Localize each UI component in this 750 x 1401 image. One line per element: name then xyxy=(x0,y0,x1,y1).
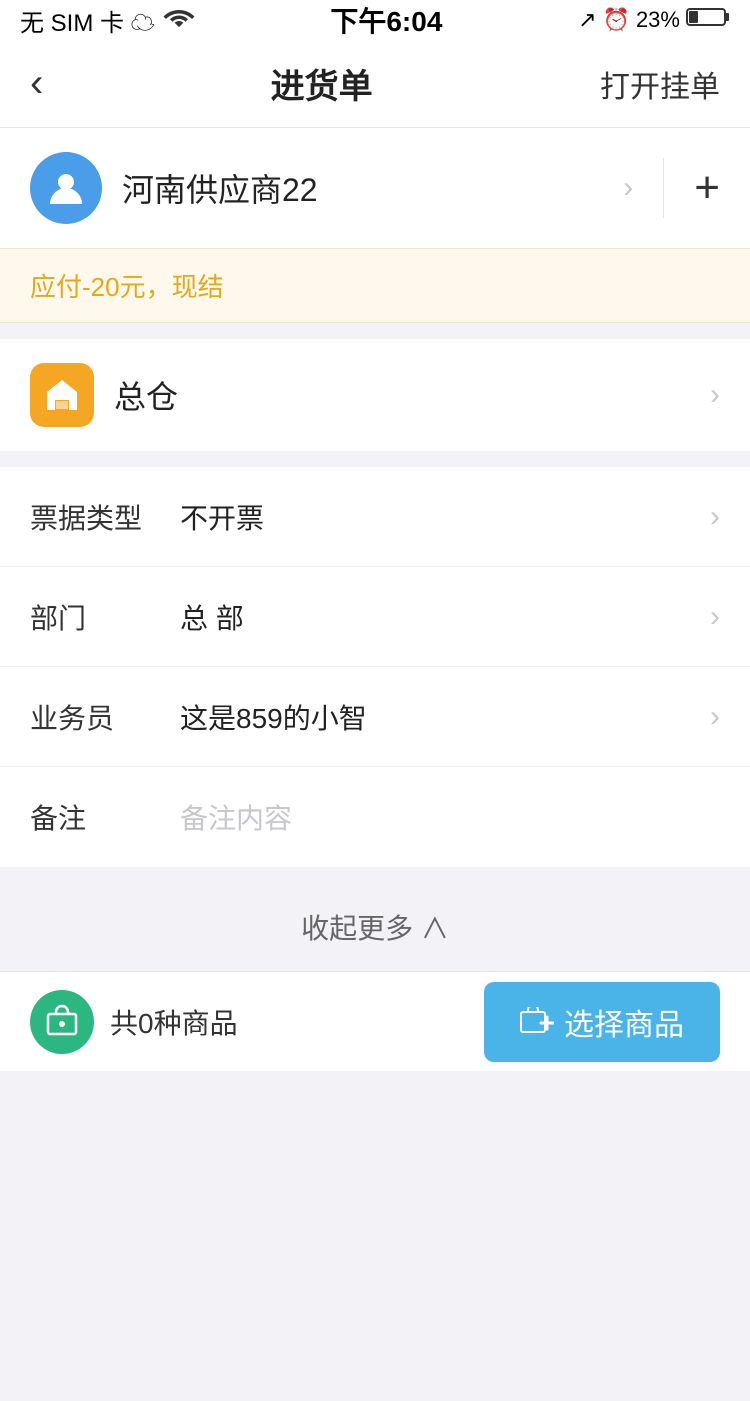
salesman-value: 这是859的小智 xyxy=(170,697,710,737)
status-time: 下午6:04 xyxy=(330,0,442,40)
invoice-type-chevron-icon: › xyxy=(710,500,720,534)
battery-icon xyxy=(686,6,730,34)
warehouse-section[interactable]: 总仓 › xyxy=(0,339,750,451)
open-pending-button[interactable]: 打开挂单 xyxy=(600,62,720,106)
invoice-type-value: 不开票 xyxy=(170,497,710,537)
salesman-chevron-icon: › xyxy=(710,700,720,734)
notice-banner: 应付-20元，现结 xyxy=(0,248,750,323)
bottom-bar: 共0种商品 选择商品 xyxy=(0,971,750,1071)
supplier-row[interactable]: 河南供应商22 › + xyxy=(0,128,750,248)
supplier-chevron-icon: › xyxy=(623,171,633,205)
no-sim-text: 无 SIM 卡 ☁ xyxy=(20,3,155,38)
department-chevron-icon: › xyxy=(710,600,720,634)
warehouse-label: 总仓 xyxy=(114,372,710,418)
department-value: 总 部 xyxy=(170,597,710,637)
supplier-name: 河南供应商22 xyxy=(122,165,623,211)
status-right: ↗ ⏰ 23% xyxy=(578,6,730,34)
remark-row[interactable]: 备注 备注内容 xyxy=(0,767,750,867)
wifi-icon xyxy=(163,6,195,35)
department-label: 部门 xyxy=(30,597,170,637)
nav-bar: ‹ 进货单 打开挂单 xyxy=(0,40,750,128)
supplier-section: 河南供应商22 › + 应付-20元，现结 xyxy=(0,128,750,323)
department-row[interactable]: 部门 总 部 › xyxy=(0,567,750,667)
collapse-button[interactable]: 收起更多 ∧ xyxy=(0,883,750,971)
product-icon xyxy=(30,990,94,1054)
gray-fill-area xyxy=(0,1071,750,1401)
form-section: 票据类型 不开票 › 部门 总 部 › 业务员 这是859的小智 › 备注 备注… xyxy=(0,467,750,867)
divider xyxy=(663,158,664,218)
location-icon: ↗ xyxy=(578,7,596,33)
back-button[interactable]: ‹ xyxy=(30,61,43,106)
invoice-type-label: 票据类型 xyxy=(30,497,170,537)
content: 河南供应商22 › + 应付-20元，现结 总仓 › 票据 xyxy=(0,128,750,1401)
collapse-label: 收起更多 ∧ xyxy=(301,907,449,947)
invoice-type-row[interactable]: 票据类型 不开票 › xyxy=(0,467,750,567)
select-product-label: 选择商品 xyxy=(564,1000,684,1044)
product-count-label: 共0种商品 xyxy=(110,1002,484,1042)
remark-label: 备注 xyxy=(30,797,170,837)
salesman-label: 业务员 xyxy=(30,697,170,737)
supplier-avatar xyxy=(30,152,102,224)
salesman-row[interactable]: 业务员 这是859的小智 › xyxy=(0,667,750,767)
warehouse-icon xyxy=(30,363,94,427)
page-title: 进货单 xyxy=(271,59,373,108)
warehouse-chevron-icon: › xyxy=(710,378,720,412)
status-bar: 无 SIM 卡 ☁ 下午6:04 ↗ ⏰ 23% xyxy=(0,0,750,40)
add-supplier-button[interactable]: + xyxy=(694,166,720,210)
status-left: 无 SIM 卡 ☁ xyxy=(20,3,195,38)
battery-text: 23% xyxy=(636,7,680,33)
supplier-right: › + xyxy=(623,158,720,218)
alarm-icon: ⏰ xyxy=(603,7,630,33)
remark-input[interactable]: 备注内容 xyxy=(170,797,720,837)
select-product-button[interactable]: 选择商品 xyxy=(484,982,720,1062)
warehouse-row[interactable]: 总仓 › xyxy=(0,339,750,451)
